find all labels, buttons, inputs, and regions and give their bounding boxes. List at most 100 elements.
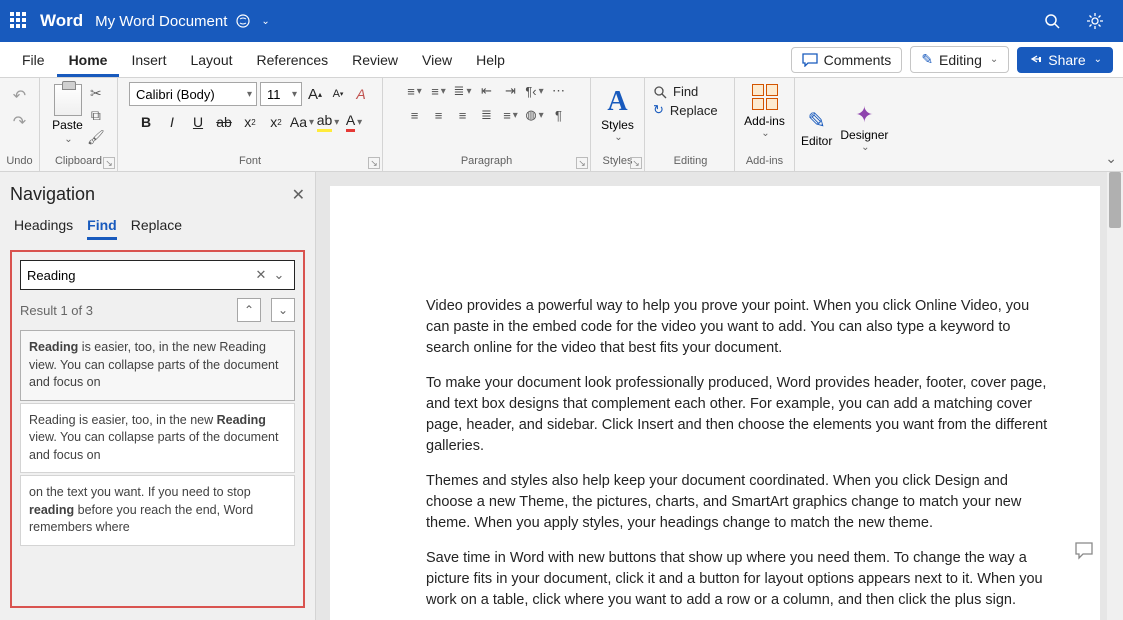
format-painter-icon[interactable]: 🖌 [87,128,105,146]
change-case-button[interactable]: Aa▾ [292,112,312,132]
comments-button[interactable]: Comments [791,47,903,73]
font-dialog-launcher[interactable]: ↘ [368,157,380,169]
more-paragraph-button[interactable]: ⋯ [549,82,569,100]
multilevel-list-button[interactable]: ≣▾ [453,82,473,100]
menu-file[interactable]: File [10,42,57,77]
search-result-item[interactable]: Reading is easier, too, in the new Readi… [20,330,295,401]
styles-dialog-launcher[interactable]: ↘ [630,157,642,169]
document-title[interactable]: My Word Document ⌄ [95,13,270,30]
search-input-wrapper: ✕ ⌄ [20,260,295,290]
numbering-button[interactable]: ≡▾ [429,82,449,100]
justify-button[interactable]: ≣ [477,106,497,124]
font-size-select[interactable]: 11▾ [260,82,302,106]
editing-group: Find ↻ Replace Editing [645,78,735,171]
copy-icon[interactable]: ⧉ [87,106,105,124]
designer-button[interactable]: ✦ Designer ⌄ [840,102,888,153]
align-center-button[interactable]: ≡ [429,106,449,124]
strikethrough-button[interactable]: ab [214,112,234,132]
italic-button[interactable]: I [162,112,182,132]
replace-button[interactable]: ↻ Replace [653,102,718,118]
clear-search-icon[interactable]: ✕ [252,267,270,283]
highlight-color-button[interactable]: ab▾ [318,112,338,132]
document-page[interactable]: Video provides a powerful way to help yo… [330,186,1100,620]
bullets-button[interactable]: ≡▾ [405,82,425,100]
increase-indent-button[interactable]: ⇥ [501,82,521,100]
undo-icon[interactable]: ↶ [13,86,26,106]
addins-group: Add-ins ⌄ Add-ins [735,78,795,171]
menu-bar: File Home Insert Layout References Revie… [0,42,1123,78]
share-button[interactable]: Share ⌄ [1017,47,1113,73]
subscript-button[interactable]: x2 [240,112,260,132]
scrollbar-thumb[interactable] [1109,172,1121,228]
next-result-button[interactable]: ⌄ [271,298,295,322]
clipboard-group: Paste ⌄ ✂ ⧉ 🖌 Clipboard ↘ [40,78,118,171]
scrollbar-track[interactable] [1107,172,1123,620]
undo-label: Undo [6,155,32,169]
search-result-item[interactable]: on the text you want. If you need to sto… [20,475,295,546]
clipboard-dialog-launcher[interactable]: ↘ [103,157,115,169]
menu-help[interactable]: Help [464,42,517,77]
navigation-title: Navigation [10,184,95,205]
collapse-ribbon-icon[interactable]: ⌄ [1105,150,1117,167]
paragraph: Video provides a powerful way to help yo… [426,296,1048,359]
grow-font-icon[interactable]: A▴ [305,84,325,104]
superscript-button[interactable]: x2 [266,112,286,132]
menu-review[interactable]: Review [340,42,410,77]
font-name-select[interactable]: Calibri (Body)▾ [129,82,257,106]
font-label: Font [239,155,261,169]
tab-find[interactable]: Find [87,217,117,240]
clear-formatting-icon[interactable]: A [351,84,371,104]
search-icon[interactable] [1043,12,1061,30]
addins-label: Add-ins [746,155,783,169]
align-left-button[interactable]: ≡ [405,106,425,124]
editing-mode-button[interactable]: ✎ Editing ⌄ [910,46,1009,73]
find-region: ✕ ⌄ Result 1 of 3 ⌃ ⌄ Reading is easier,… [10,250,305,608]
shrink-font-icon[interactable]: A▾ [328,84,348,104]
search-result-item[interactable]: Reading is easier, too, in the new Readi… [20,403,295,474]
designer-icon: ✦ [855,102,873,128]
app-launcher-icon[interactable] [10,12,28,30]
bold-button[interactable]: B [136,112,156,132]
paragraph: To make your document look professionall… [426,373,1048,457]
redo-icon[interactable]: ↷ [13,112,26,132]
clipboard-icon [54,84,82,116]
search-results-list: Reading is easier, too, in the new Readi… [20,330,295,546]
menu-references[interactable]: References [245,42,341,77]
text-direction-button[interactable]: ¶‹▾ [525,82,545,100]
result-count: Result 1 of 3 [20,303,93,318]
addins-icon[interactable] [752,84,778,110]
settings-icon[interactable] [1085,11,1105,31]
styles-label: Styles [603,155,633,169]
comment-icon [802,53,818,67]
show-marks-button[interactable]: ¶ [549,106,569,124]
add-comment-icon[interactable] [1075,542,1095,560]
cut-icon[interactable]: ✂ [87,84,105,102]
menu-home[interactable]: Home [57,42,120,77]
paste-button[interactable]: Paste ⌄ [52,82,83,145]
search-options-icon[interactable]: ⌄ [270,267,288,283]
menu-view[interactable]: View [410,42,464,77]
paragraph-dialog-launcher[interactable]: ↘ [576,157,588,169]
find-button[interactable]: Find [653,84,698,99]
align-right-button[interactable]: ≡ [453,106,473,124]
decrease-indent-button[interactable]: ⇤ [477,82,497,100]
chevron-down-icon: ⌄ [614,132,622,143]
search-input[interactable] [27,268,252,283]
chevron-down-icon: ⌄ [761,128,769,139]
close-icon[interactable]: ✕ [292,185,305,205]
tab-replace[interactable]: Replace [131,217,182,240]
editing-label: Editing [674,155,708,169]
tab-headings[interactable]: Headings [14,217,73,240]
chevron-down-icon: ▾ [292,89,297,100]
editor-icon: ✎ [807,108,825,134]
editor-button[interactable]: ✎ Editor [801,108,832,148]
previous-result-button[interactable]: ⌃ [237,298,261,322]
menu-insert[interactable]: Insert [119,42,178,77]
font-color-button[interactable]: A▾ [344,112,364,132]
line-spacing-button[interactable]: ≡▾ [501,106,521,124]
menu-layout[interactable]: Layout [178,42,244,77]
styles-icon[interactable]: A [607,86,627,118]
underline-button[interactable]: U [188,112,208,132]
shading-button[interactable]: ◍▾ [525,106,545,124]
find-label: Find [673,84,698,99]
